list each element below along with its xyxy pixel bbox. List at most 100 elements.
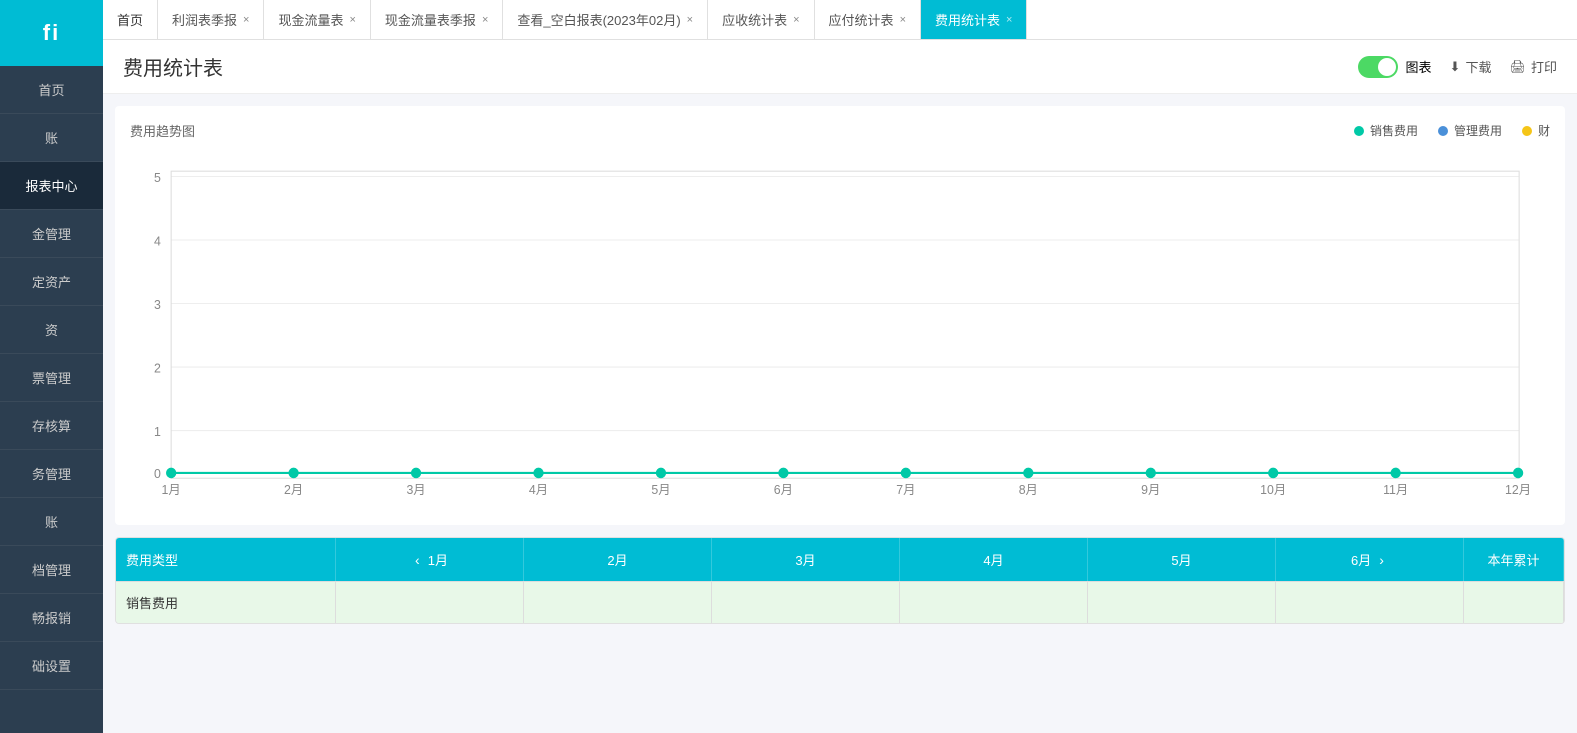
svg-text:10月: 10月 xyxy=(1260,483,1286,497)
sidebar-item-service[interactable]: 务管理 xyxy=(0,450,103,498)
table-section: 费用类型 ‹ 1月 2月 3月 4月 5月 6月 › 本年累计 销售费用 xyxy=(115,537,1565,624)
svg-text:5月: 5月 xyxy=(651,483,670,497)
tab-receivable-label: 应收统计表 xyxy=(722,10,787,29)
svg-text:3月: 3月 xyxy=(406,483,425,497)
tab-expense[interactable]: 费用统计表 × xyxy=(921,0,1027,40)
tab-cashflow[interactable]: 现金流量表 × xyxy=(264,0,370,40)
td-ytd xyxy=(1464,582,1564,623)
legend-finance-label: 财 xyxy=(1538,122,1550,139)
tab-cashflow-q-label: 现金流量表季报 xyxy=(385,10,476,29)
prev-month-arrow[interactable]: ‹ xyxy=(411,552,424,568)
table-header: 费用类型 ‹ 1月 2月 3月 4月 5月 6月 › 本年累计 xyxy=(116,538,1564,581)
th-m3: 3月 xyxy=(712,538,900,581)
print-button[interactable]: 🖨 打印 xyxy=(1509,57,1557,76)
content-area: 费用统计表 图表 ⬇ 下载 🖨 打印 费用趋势图 xyxy=(103,40,1577,733)
svg-text:5: 5 xyxy=(154,171,161,185)
tab-cashflow-close[interactable]: × xyxy=(349,14,355,26)
chart-section: 费用趋势图 销售费用 管理费用 财 xyxy=(115,106,1565,525)
sidebar-item-ledger[interactable]: 账 xyxy=(0,498,103,546)
legend-finance-dot xyxy=(1522,126,1532,136)
sidebar-item-inventory[interactable]: 存核算 xyxy=(0,402,103,450)
tab-profit-label: 利润表季报 xyxy=(172,10,237,29)
legend-sales-label: 销售费用 xyxy=(1370,122,1418,139)
tab-expense-close[interactable]: × xyxy=(1006,14,1012,26)
tab-payable-close[interactable]: × xyxy=(900,14,906,26)
download-label: 下载 xyxy=(1465,57,1491,76)
sidebar-item-invoice[interactable]: 票管理 xyxy=(0,354,103,402)
legend-sales-dot xyxy=(1354,126,1364,136)
td-m4 xyxy=(900,582,1088,623)
print-label: 打印 xyxy=(1531,57,1557,76)
svg-text:1月: 1月 xyxy=(162,483,181,497)
svg-text:8月: 8月 xyxy=(1019,483,1038,497)
svg-text:1: 1 xyxy=(154,425,161,439)
legend-admin-label: 管理费用 xyxy=(1454,122,1502,139)
th-m1-label: 1月 xyxy=(428,550,448,569)
tab-home[interactable]: 首页 xyxy=(103,0,158,40)
svg-text:12月: 12月 xyxy=(1505,483,1531,497)
print-icon: 🖨 xyxy=(1509,59,1526,75)
td-m1 xyxy=(336,582,524,623)
chart-toggle-wrap[interactable]: 图表 xyxy=(1358,56,1432,78)
td-m6 xyxy=(1276,582,1464,623)
sidebar-item-cash[interactable]: 金管理 xyxy=(0,210,103,258)
tab-payable[interactable]: 应付统计表 × xyxy=(815,0,921,40)
sidebar-item-settings[interactable]: 础设置 xyxy=(0,642,103,690)
tab-blank-report-label: 查看_空白报表(2023年02月) xyxy=(517,10,680,29)
legend-admin-dot xyxy=(1438,126,1448,136)
svg-text:9月: 9月 xyxy=(1141,483,1160,497)
th-m5: 5月 xyxy=(1088,538,1276,581)
td-type: 销售费用 xyxy=(116,582,336,623)
svg-text:4: 4 xyxy=(154,234,161,248)
next-month-arrow[interactable]: › xyxy=(1375,552,1388,568)
sidebar-logo: fi xyxy=(0,0,103,66)
sidebar-item-home[interactable]: 首页 xyxy=(0,66,103,114)
svg-text:6月: 6月 xyxy=(774,483,793,497)
tab-home-label: 首页 xyxy=(117,10,143,29)
th-m6-label: 6月 xyxy=(1351,550,1371,569)
tab-expense-label: 费用统计表 xyxy=(935,10,1000,29)
chart-toggle[interactable] xyxy=(1358,56,1398,78)
tab-cashflow-q[interactable]: 现金流量表季报 × xyxy=(371,0,503,40)
td-m2 xyxy=(524,582,712,623)
chart-title: 费用趋势图 xyxy=(130,121,195,140)
tab-profit[interactable]: 利润表季报 × xyxy=(158,0,264,40)
chart-container: 5 4 3 2 1 0 xyxy=(130,150,1550,510)
sidebar-item-write-off[interactable]: 畅报销 xyxy=(0,594,103,642)
th-type: 费用类型 xyxy=(116,538,336,581)
tab-receivable[interactable]: 应收统计表 × xyxy=(708,0,814,40)
sidebar-item-accounts[interactable]: 账 xyxy=(0,114,103,162)
tab-blank-report[interactable]: 查看_空白报表(2023年02月) × xyxy=(503,0,708,40)
svg-text:3: 3 xyxy=(154,298,161,312)
th-m2: 2月 xyxy=(524,538,712,581)
sidebar-item-file-mgmt[interactable]: 档管理 xyxy=(0,546,103,594)
th-m4: 4月 xyxy=(900,538,1088,581)
svg-text:7月: 7月 xyxy=(896,483,915,497)
tab-payable-label: 应付统计表 xyxy=(829,10,894,29)
legend-sales: 销售费用 xyxy=(1354,122,1418,139)
tab-cashflow-label: 现金流量表 xyxy=(278,10,343,29)
header-actions: 图表 ⬇ 下载 🖨 打印 xyxy=(1358,56,1557,78)
tab-cashflow-q-close[interactable]: × xyxy=(482,14,488,26)
svg-text:11月: 11月 xyxy=(1383,483,1408,497)
th-m6: 6月 › xyxy=(1276,538,1464,581)
download-button[interactable]: ⬇ 下载 xyxy=(1450,57,1492,76)
page-title: 费用统计表 xyxy=(123,52,223,81)
td-m5 xyxy=(1088,582,1276,623)
chart-header: 费用趋势图 销售费用 管理费用 财 xyxy=(130,121,1550,140)
table-row: 销售费用 xyxy=(116,581,1564,623)
tab-bar: 首页 利润表季报 × 现金流量表 × 现金流量表季报 × 查看_空白报表(202… xyxy=(103,0,1577,40)
page-header: 费用统计表 图表 ⬇ 下载 🖨 打印 xyxy=(103,40,1577,94)
td-m3 xyxy=(712,582,900,623)
tab-blank-report-close[interactable]: × xyxy=(687,14,693,26)
tab-profit-close[interactable]: × xyxy=(243,14,249,26)
legend-finance: 财 xyxy=(1522,122,1550,139)
tab-receivable-close[interactable]: × xyxy=(793,14,799,26)
sidebar-item-fixed-assets[interactable]: 定资产 xyxy=(0,258,103,306)
th-m1: ‹ 1月 xyxy=(336,538,524,581)
legend-admin: 管理费用 xyxy=(1438,122,1502,139)
sidebar-item-investment[interactable]: 资 xyxy=(0,306,103,354)
sidebar-item-reports[interactable]: 报表中心 xyxy=(0,162,103,210)
chart-legend: 销售费用 管理费用 财 xyxy=(1354,122,1550,139)
svg-text:2月: 2月 xyxy=(284,483,303,497)
